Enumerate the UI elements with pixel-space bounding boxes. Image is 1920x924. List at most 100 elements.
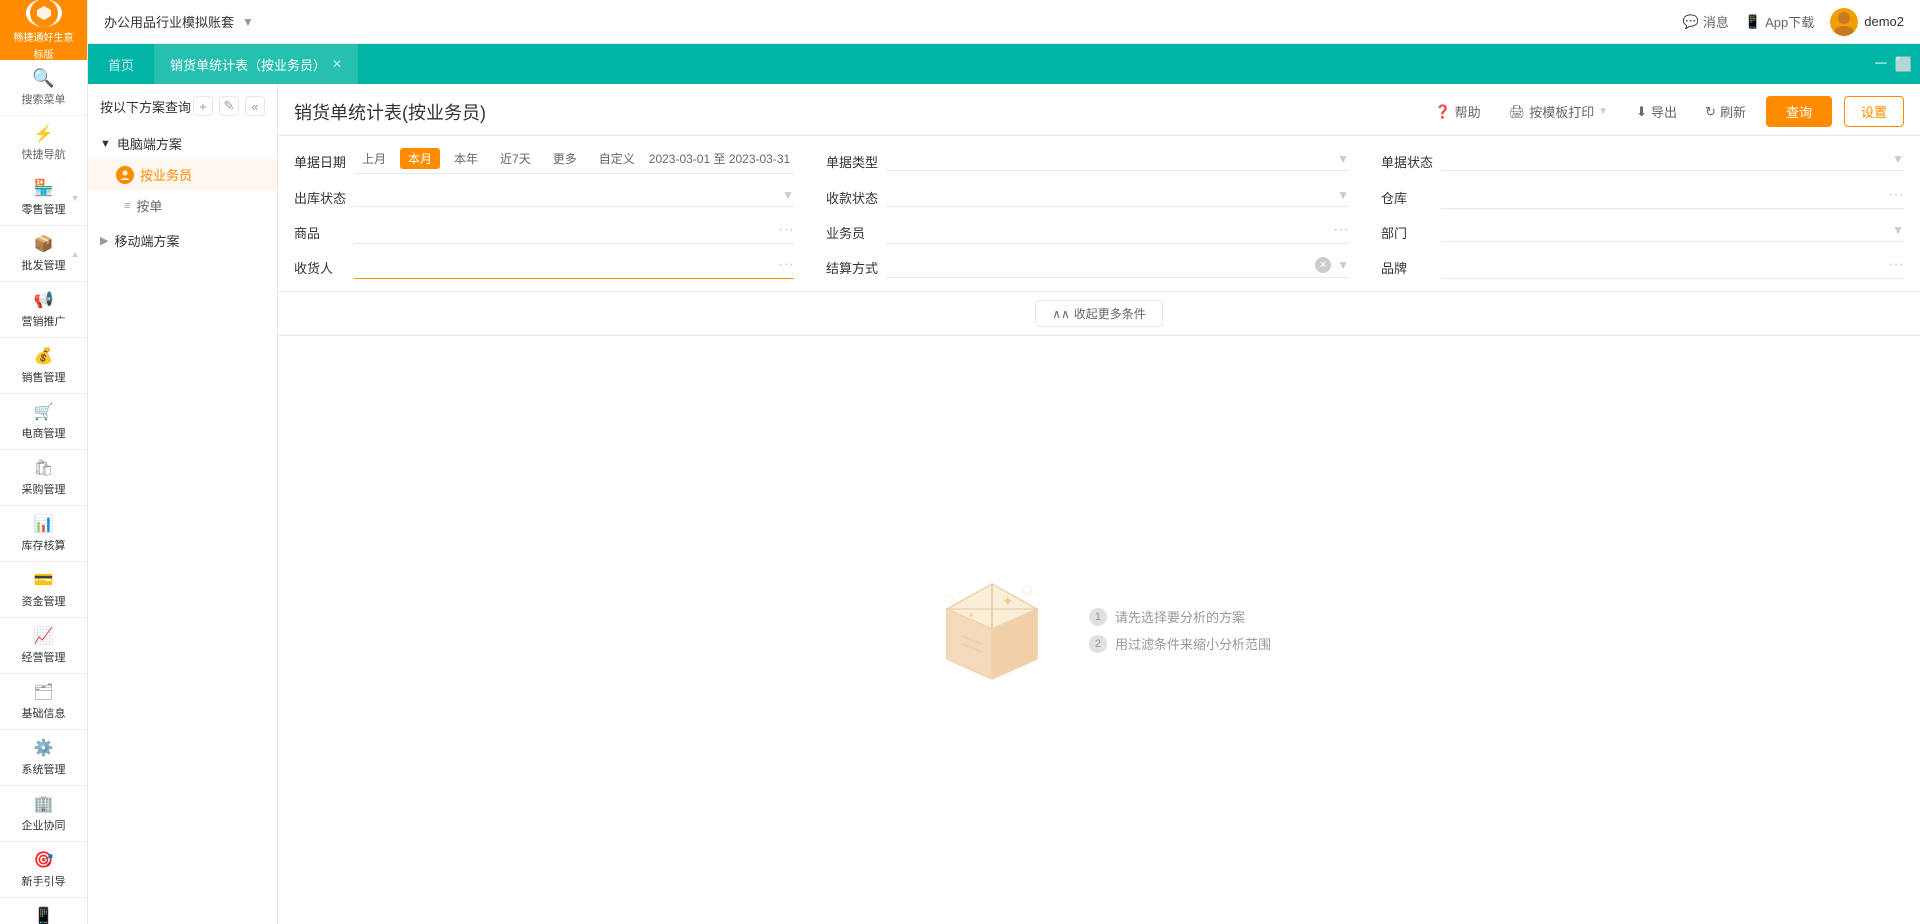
doc-status-chevron: ▼ — [1892, 152, 1904, 166]
tab-home[interactable]: 首页 — [88, 44, 154, 84]
help-label: 帮助 — [1455, 102, 1481, 121]
department-input[interactable]: ▼ — [1441, 223, 1904, 242]
tab-bar: 首页 销货单统计表（按业务员） ✕ ─ ⬜ — [88, 44, 1920, 84]
warehouse-input[interactable]: ··· — [1441, 186, 1904, 209]
collapse-button[interactable]: ∧∧ 收起更多条件 — [1035, 300, 1163, 327]
hint-1-text: 请先选择要分析的方案 — [1115, 607, 1245, 626]
purchase-label: 采购管理 — [22, 481, 66, 497]
department-chevron: ▼ — [1892, 223, 1904, 237]
warehouse-dots[interactable]: ··· — [1888, 186, 1904, 204]
date-btn-7days[interactable]: 近7天 — [492, 148, 539, 169]
goods-dots[interactable]: ··· — [778, 221, 794, 239]
print-button[interactable]: 🖨 按模板打印 ▼ — [1501, 98, 1616, 125]
sidebar-quick-nav[interactable]: ⚡ 快捷导航 — [0, 116, 88, 170]
tab-window-controls: ─ ⬜ — [1875, 55, 1920, 73]
brand-input[interactable]: ··· — [1441, 256, 1904, 279]
date-btn-current-month[interactable]: 本月 — [400, 148, 440, 169]
sidebar-item-system[interactable]: ⚙️ 系统管理 — [0, 730, 88, 786]
outbound-label: 出库状态 — [294, 188, 354, 207]
operations-label: 经营管理 — [22, 649, 66, 665]
sidebar-item-sales[interactable]: 💰 销售管理 — [0, 338, 88, 394]
date-btn-more[interactable]: 更多 — [545, 148, 585, 169]
empty-hint-1: 1 请先选择要分析的方案 — [1089, 607, 1271, 626]
settlement-input[interactable]: ✕ ▼ — [886, 257, 1349, 278]
brand-dots[interactable]: ··· — [1888, 256, 1904, 274]
sidebar-item-purchase[interactable]: 🛍 采购管理 — [0, 450, 88, 506]
tree-child-salesperson[interactable]: 按业务员 — [88, 159, 277, 190]
query-button[interactable]: 查询 — [1766, 96, 1832, 127]
help-icon: ❓ — [1434, 104, 1450, 120]
outbound-input[interactable]: ▼ — [354, 188, 794, 207]
date-btn-custom[interactable]: 自定义 — [591, 148, 643, 169]
tab-sales-stat[interactable]: 销货单统计表（按业务员） ✕ — [154, 44, 358, 84]
date-btn-this-year[interactable]: 本年 — [446, 148, 486, 169]
sidebar-item-enterprise[interactable]: 🏢 企业协同 — [0, 786, 88, 842]
collapse-panel-button[interactable]: « — [245, 96, 265, 116]
tab-minimize-icon[interactable]: ─ — [1875, 55, 1886, 73]
filter-row-1: 单据日期 上月 本月 本年 近7天 更多 自定义 2023-03-01 至 20… — [294, 148, 1904, 174]
sidebar-item-apps[interactable]: 📱 应用中心 — [0, 898, 88, 924]
settlement-clear-button[interactable]: ✕ — [1315, 257, 1331, 273]
goods-input[interactable]: ··· — [354, 221, 794, 244]
tab-maximize-icon[interactable]: ⬜ — [1895, 56, 1912, 73]
warehouse-label: 仓库 — [1381, 188, 1441, 207]
date-btn-last-month[interactable]: 上月 — [354, 148, 394, 169]
svg-text:⬡: ⬡ — [1022, 583, 1032, 597]
tab-sales-stat-label: 销货单统计表（按业务员） — [170, 55, 326, 74]
ecommerce-icon: 🛒 — [34, 402, 54, 422]
date-range-value: 2023-03-01 至 2023-03-31 — [649, 150, 790, 167]
receiver-label: 收货人 — [294, 258, 354, 277]
salesperson-input[interactable]: ··· — [886, 221, 1349, 244]
edit-scheme-button[interactable]: ✎ — [219, 96, 239, 116]
settings-button[interactable]: 设置 — [1844, 96, 1904, 127]
add-scheme-button[interactable]: + — [193, 96, 213, 116]
message-button[interactable]: 💬 消息 — [1683, 12, 1729, 31]
export-button[interactable]: ⬇ 导出 — [1628, 98, 1685, 125]
doc-type-input[interactable]: ▼ — [886, 152, 1349, 171]
sidebar-item-finance[interactable]: 💳 资金管理 — [0, 562, 88, 618]
doc-status-label: 单据状态 — [1381, 152, 1441, 171]
apps-icon: 📱 — [34, 906, 54, 924]
doc-type-chevron: ▼ — [1337, 152, 1349, 166]
app-download-button[interactable]: 📱 App下载 — [1745, 12, 1814, 31]
collapse-label: 收起更多条件 — [1074, 305, 1146, 322]
sidebar-item-operations[interactable]: 📈 经营管理 — [0, 618, 88, 674]
receiver-input[interactable]: ··· — [354, 256, 794, 279]
sidebar-item-retail[interactable]: 🏪 零售管理 ▼ — [0, 170, 88, 226]
user-info[interactable]: demo2 — [1830, 8, 1904, 36]
tree-desktop-schemes[interactable]: ▼ 电脑端方案 — [88, 128, 277, 159]
empty-text-area: 1 请先选择要分析的方案 2 用过滤条件来缩小分析范围 — [1089, 607, 1271, 653]
sidebar-item-basic[interactable]: 🗂 基础信息 — [0, 674, 88, 730]
empty-state: ✦ ✦ ⬡ ⬡ 1 请先选择要分析的方案 — [278, 336, 1920, 924]
filter-row-4: 收货人 ··· 结算方式 ✕ ▼ — [294, 256, 1904, 279]
message-icon: 💬 — [1683, 14, 1699, 30]
empty-illustration: ✦ ✦ ⬡ ⬡ — [927, 564, 1057, 697]
filter-department: 部门 ▼ — [1381, 223, 1904, 242]
brand-label: 品牌 — [1381, 258, 1441, 277]
tree-mobile-schemes[interactable]: ▶ 移动端方案 — [88, 225, 277, 256]
salesperson-dots[interactable]: ··· — [1333, 221, 1349, 239]
tree-child-by-doc[interactable]: ≡ 按单 — [88, 190, 277, 221]
receiver-dots[interactable]: ··· — [778, 256, 794, 274]
doc-status-input[interactable]: ▼ — [1441, 152, 1904, 171]
enterprise-label: 企业协同 — [22, 817, 66, 833]
sidebar-item-wholesale[interactable]: 📦 批发管理 ▲ — [0, 226, 88, 282]
tabs-row: 首页 销货单统计表（按业务员） ✕ — [88, 44, 1875, 84]
tab-close-icon[interactable]: ✕ — [332, 57, 342, 71]
marketing-label: 营销推广 — [22, 313, 66, 329]
payment-input[interactable]: ▼ — [886, 188, 1349, 207]
sidebar-item-ecommerce[interactable]: 🛒 电商管理 — [0, 394, 88, 450]
left-panel-title: 按以下方案查询 — [100, 97, 191, 116]
logo-subtitle: 标版 — [34, 46, 54, 61]
topbar-right: 💬 消息 📱 App下载 demo2 — [1683, 8, 1904, 36]
topbar-dropdown-icon[interactable]: ▼ — [242, 15, 254, 29]
sidebar-item-marketing[interactable]: 📢 营销推广 — [0, 282, 88, 338]
sidebar-search[interactable]: 🔍 搜索菜单 — [0, 60, 88, 116]
sidebar-item-inventory[interactable]: 📊 库存核算 — [0, 506, 88, 562]
print-dropdown-icon[interactable]: ▼ — [1598, 106, 1608, 117]
help-button[interactable]: ❓ 帮助 — [1426, 98, 1488, 125]
basic-label: 基础信息 — [22, 705, 66, 721]
sidebar-item-newbie[interactable]: 🎯 新手引导 — [0, 842, 88, 898]
refresh-button[interactable]: ↻ 刷新 — [1697, 98, 1754, 125]
filter-payment: 收款状态 ▼ — [826, 188, 1349, 207]
